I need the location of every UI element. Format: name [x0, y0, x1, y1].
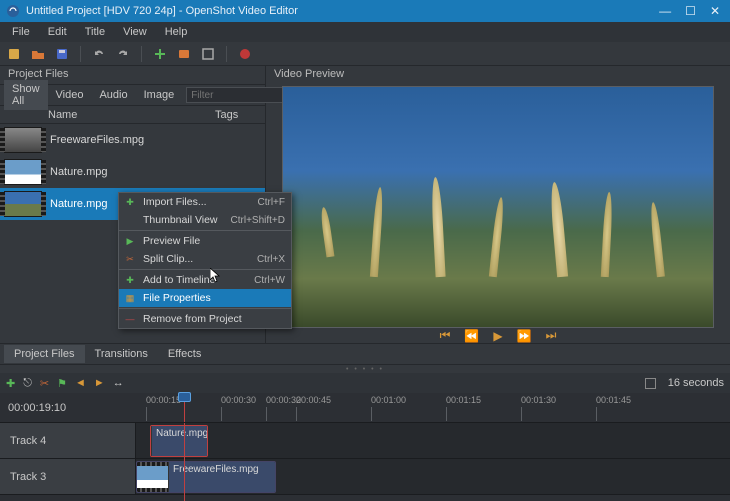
- column-tags[interactable]: Tags: [215, 109, 265, 121]
- fullscreen-icon[interactable]: [200, 46, 216, 62]
- minimize-button[interactable]: —: [659, 4, 671, 18]
- ruler-tick: 00:00:30: [221, 395, 256, 405]
- timecode: 00:00:19:10: [8, 402, 66, 414]
- ruler-tick: 00:01:45: [596, 395, 631, 405]
- maximize-button[interactable]: ☐: [685, 4, 696, 18]
- clip-thumbnail: [151, 426, 152, 456]
- prev-marker-icon[interactable]: ◄: [75, 377, 86, 389]
- playhead[interactable]: [184, 393, 185, 422]
- titlebar: Untitled Project [HDV 720 24p] - OpenSho…: [0, 0, 730, 22]
- rewind-icon[interactable]: ⏪: [464, 329, 479, 343]
- file-row[interactable]: Nature.mpg: [0, 156, 265, 188]
- import-files-icon[interactable]: [152, 46, 168, 62]
- menu-file-properties[interactable]: ▦ File Properties: [119, 289, 291, 307]
- menu-add-to-timeline[interactable]: ✚ Add to Timeline Ctrl+W: [119, 271, 291, 289]
- save-project-icon[interactable]: [54, 46, 70, 62]
- menubar: File Edit Title View Help: [0, 22, 730, 42]
- file-thumbnail: [4, 127, 42, 153]
- ruler-tick: 00:00:15: [146, 395, 181, 405]
- plus-icon: ✚: [123, 197, 137, 208]
- play-icon: ▶: [123, 236, 137, 247]
- jump-start-icon[interactable]: ⏮: [440, 328, 451, 343]
- menu-edit[interactable]: Edit: [40, 24, 75, 40]
- video-preview-frame[interactable]: [282, 86, 714, 328]
- fast-forward-icon[interactable]: ⏩: [517, 329, 532, 343]
- timeline-toolbar: ✚ ⎋ ✂ ⚑ ◄ ► ↔ 16 seconds: [0, 373, 730, 393]
- open-project-icon[interactable]: [30, 46, 46, 62]
- tab-transitions[interactable]: Transitions: [85, 345, 158, 363]
- profile-icon[interactable]: [176, 46, 192, 62]
- snap-icon[interactable]: ⎋: [23, 377, 32, 390]
- menu-view[interactable]: View: [115, 24, 155, 40]
- duration-label: 16 seconds: [668, 377, 724, 389]
- ruler-tick: 00:01:00: [371, 395, 406, 405]
- transport-controls: ⏮ ⏪ ▶ ⏩ ⏭: [266, 328, 730, 343]
- properties-icon: ▦: [123, 293, 137, 304]
- track-body[interactable]: FreewareFiles.mpg: [136, 459, 730, 494]
- file-row[interactable]: FreewareFiles.mpg: [0, 124, 265, 156]
- timeline-clip[interactable]: FreewareFiles.mpg: [136, 461, 276, 493]
- scissors-icon: ✂: [123, 254, 137, 265]
- timeline-track: Track 3 FreewareFiles.mpg: [0, 459, 730, 495]
- minus-icon: —: [123, 314, 137, 324]
- playhead-line: [184, 423, 185, 501]
- ruler-tick: 00:01:15: [446, 395, 481, 405]
- bottom-tabs: Project Files Transitions Effects: [0, 343, 730, 365]
- ruler-tick: 00:00:45: [296, 395, 331, 405]
- track-label[interactable]: Track 4: [0, 423, 136, 458]
- menu-thumbnail-view[interactable]: Thumbnail View Ctrl+Shift+D: [119, 211, 291, 229]
- jump-end-icon[interactable]: ⏭: [546, 328, 557, 343]
- file-name: FreewareFiles.mpg: [50, 134, 144, 146]
- marker-icon[interactable]: ⚑: [57, 377, 67, 390]
- duration-checkbox[interactable]: [645, 378, 656, 389]
- column-name[interactable]: Name: [0, 109, 215, 121]
- video-preview-header: Video Preview: [266, 66, 730, 82]
- new-project-icon[interactable]: [6, 46, 22, 62]
- menu-import-files[interactable]: ✚ Import Files... Ctrl+F: [119, 193, 291, 211]
- ruler-tick: 00:01:30: [521, 395, 556, 405]
- track-label[interactable]: Track 3: [0, 459, 136, 494]
- plus-icon: ✚: [123, 275, 137, 286]
- add-track-icon[interactable]: ✚: [6, 377, 15, 390]
- play-icon[interactable]: ▶: [493, 329, 502, 343]
- video-preview-panel: Video Preview ⏮ ⏪ ▶ ⏩ ⏭: [266, 66, 730, 343]
- tab-project-files[interactable]: Project Files: [4, 345, 85, 363]
- timeline-tracks: Track 4 Nature.mpg Track 3 FreewareFiles…: [0, 423, 730, 501]
- track-body[interactable]: Nature.mpg: [136, 423, 730, 458]
- filter-image[interactable]: Image: [136, 86, 183, 104]
- app-icon: [6, 4, 20, 18]
- timeline-track: Track 4 Nature.mpg: [0, 423, 730, 459]
- filter-video[interactable]: Video: [48, 86, 92, 104]
- menu-help[interactable]: Help: [157, 24, 196, 40]
- file-name: Nature.mpg: [50, 166, 107, 178]
- menu-title[interactable]: Title: [77, 24, 113, 40]
- splitter-handle[interactable]: • • • • •: [0, 365, 730, 373]
- next-marker-icon[interactable]: ►: [94, 377, 105, 389]
- clip-label: Nature.mpg: [152, 426, 208, 456]
- timeline-clip[interactable]: Nature.mpg: [150, 425, 208, 457]
- close-button[interactable]: ✕: [710, 4, 720, 18]
- filter-audio[interactable]: Audio: [91, 86, 135, 104]
- menu-remove-from-project[interactable]: — Remove from Project: [119, 310, 291, 328]
- main-toolbar: [0, 42, 730, 66]
- menu-preview-file[interactable]: ▶ Preview File: [119, 232, 291, 250]
- center-playhead-icon[interactable]: ↔: [113, 377, 124, 389]
- clip-thumbnail: [137, 462, 169, 492]
- context-menu: ✚ Import Files... Ctrl+F Thumbnail View …: [118, 192, 292, 329]
- file-name: Nature.mpg: [50, 198, 107, 210]
- file-thumbnail: [4, 159, 42, 185]
- export-video-icon[interactable]: [237, 46, 253, 62]
- undo-icon[interactable]: [91, 46, 107, 62]
- menu-split-clip[interactable]: ✂ Split Clip... Ctrl+X: [119, 250, 291, 268]
- menu-file[interactable]: File: [4, 24, 38, 40]
- ruler-ticks[interactable]: 00:00:15 00:00:30 00:00:32 00:00:45 00:0…: [136, 393, 730, 422]
- timeline-ruler: 00:00:19:10 00:00:15 00:00:30 00:00:32 0…: [0, 393, 730, 423]
- redo-icon[interactable]: [115, 46, 131, 62]
- razor-icon[interactable]: ✂: [40, 377, 49, 390]
- window-title: Untitled Project [HDV 720 24p] - OpenSho…: [26, 5, 659, 17]
- tab-effects[interactable]: Effects: [158, 345, 211, 363]
- file-thumbnail: [4, 191, 42, 217]
